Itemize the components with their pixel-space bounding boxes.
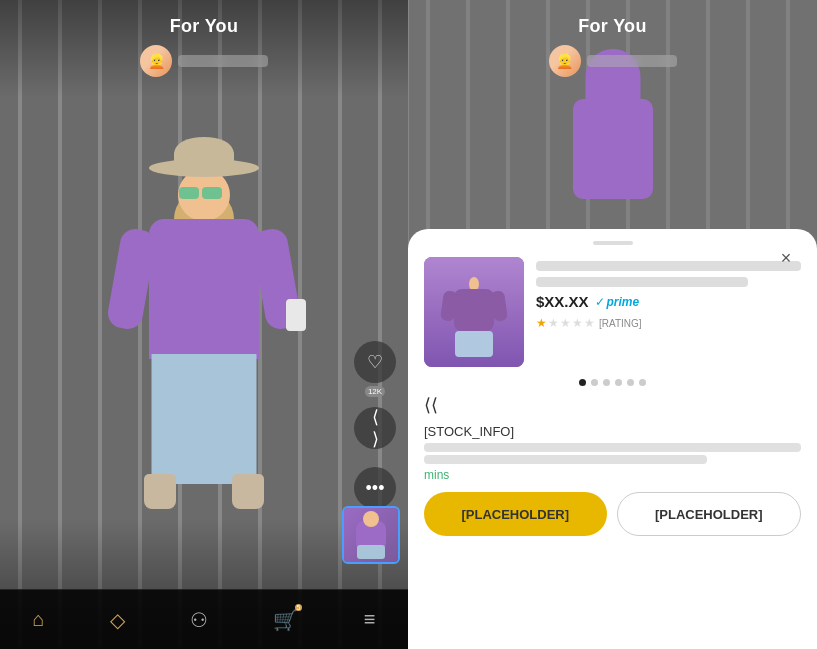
prime-badge: ✓ prime	[595, 295, 640, 309]
sheet-handle	[593, 241, 633, 245]
nav-discover[interactable]: ◇	[110, 608, 125, 632]
prime-check-icon: ✓	[595, 295, 605, 309]
avatar-image-right: 👱	[549, 45, 581, 77]
secondary-action-button[interactable]: [PLACEHOLDER]	[617, 492, 802, 536]
carousel-dots	[424, 379, 801, 386]
left-header-title: For You	[170, 16, 238, 37]
profile-icon: ⚇	[190, 608, 208, 632]
avatar-left: 👱	[140, 45, 172, 77]
avatar-right: 👱	[549, 45, 581, 77]
star-4: ★	[572, 316, 583, 330]
user-row-right: 👱	[549, 45, 677, 77]
heart-button[interactable]: ♡	[354, 341, 396, 383]
heart-action-wrapper: ♡ 12K	[354, 341, 396, 383]
right-header-title: For You	[578, 16, 646, 37]
product-title-line-2	[536, 277, 748, 287]
dot-3[interactable]	[603, 379, 610, 386]
share-action-wrapper: ⟨⟩	[354, 407, 396, 449]
nav-cart[interactable]: 🛒 5	[273, 608, 298, 632]
dot-5[interactable]	[627, 379, 634, 386]
header-right: For You 👱	[408, 0, 817, 77]
prime-label: prime	[607, 295, 640, 309]
cart-icon: 🛒 5	[273, 608, 298, 632]
share-row: ⟨⟩	[424, 394, 801, 416]
star-rating: ★ ★ ★ ★ ★	[536, 316, 595, 330]
nav-menu[interactable]: ≡	[364, 608, 376, 631]
panel-divider	[408, 0, 409, 649]
product-thumbnail[interactable]	[342, 506, 400, 564]
action-buttons-row: [PLACEHOLDER] [PLACEHOLDER]	[424, 492, 801, 536]
left-panel: For You 👱 ♡ 12K ⟨⟩ •••	[0, 0, 408, 649]
description-line-1	[424, 443, 801, 452]
description-line-2	[424, 455, 707, 464]
nav-home[interactable]: ⌂	[33, 608, 45, 631]
nav-profile[interactable]: ⚇	[190, 608, 208, 632]
product-image[interactable]	[424, 257, 524, 367]
bottom-nav-left: ⌂ ◇ ⚇ 🛒 5 ≡	[0, 589, 408, 649]
star-2: ★	[548, 316, 559, 330]
product-row: $XX.XX ✓ prime ★ ★ ★ ★ ★ [RATING]	[424, 257, 801, 367]
close-button[interactable]: ×	[771, 243, 801, 273]
right-panel: For You 👱 ×	[408, 0, 817, 649]
stock-info-text: [STOCK_INFO]	[424, 424, 801, 439]
heart-count-badge: 12K	[365, 386, 385, 397]
more-button[interactable]: •••	[354, 467, 396, 509]
rating-label: [RATING]	[599, 318, 642, 329]
product-info: $XX.XX ✓ prime ★ ★ ★ ★ ★ [RATING]	[536, 257, 801, 367]
dot-2[interactable]	[591, 379, 598, 386]
bottom-sheet: ×	[408, 229, 817, 649]
share-button[interactable]: ⟨⟩	[354, 407, 396, 449]
star-3: ★	[560, 316, 571, 330]
dot-4[interactable]	[615, 379, 622, 386]
share-icon-button[interactable]: ⟨⟩	[424, 394, 438, 416]
star-5: ★	[584, 316, 595, 330]
thumbnail-image	[344, 508, 398, 562]
mins-text: mins	[424, 468, 801, 482]
username-left	[178, 55, 268, 67]
person-figure-left	[124, 169, 284, 549]
cart-badge: 5	[295, 604, 303, 611]
product-title-line-1	[536, 261, 801, 271]
action-buttons: ♡ 12K ⟨⟩ •••	[354, 341, 396, 509]
user-row-left: 👱	[140, 45, 268, 77]
rating-row: ★ ★ ★ ★ ★ [RATING]	[536, 316, 801, 330]
price-text: $XX.XX	[536, 293, 589, 310]
star-1: ★	[536, 316, 547, 330]
menu-icon: ≡	[364, 608, 376, 631]
discover-icon: ◇	[110, 608, 125, 632]
primary-action-button[interactable]: [PLACEHOLDER]	[424, 492, 607, 536]
username-right	[587, 55, 677, 67]
price-row: $XX.XX ✓ prime	[536, 293, 801, 310]
header-left: For You 👱	[0, 0, 408, 77]
dot-6[interactable]	[639, 379, 646, 386]
home-icon: ⌂	[33, 608, 45, 631]
dot-1[interactable]	[579, 379, 586, 386]
avatar-image-left: 👱	[140, 45, 172, 77]
